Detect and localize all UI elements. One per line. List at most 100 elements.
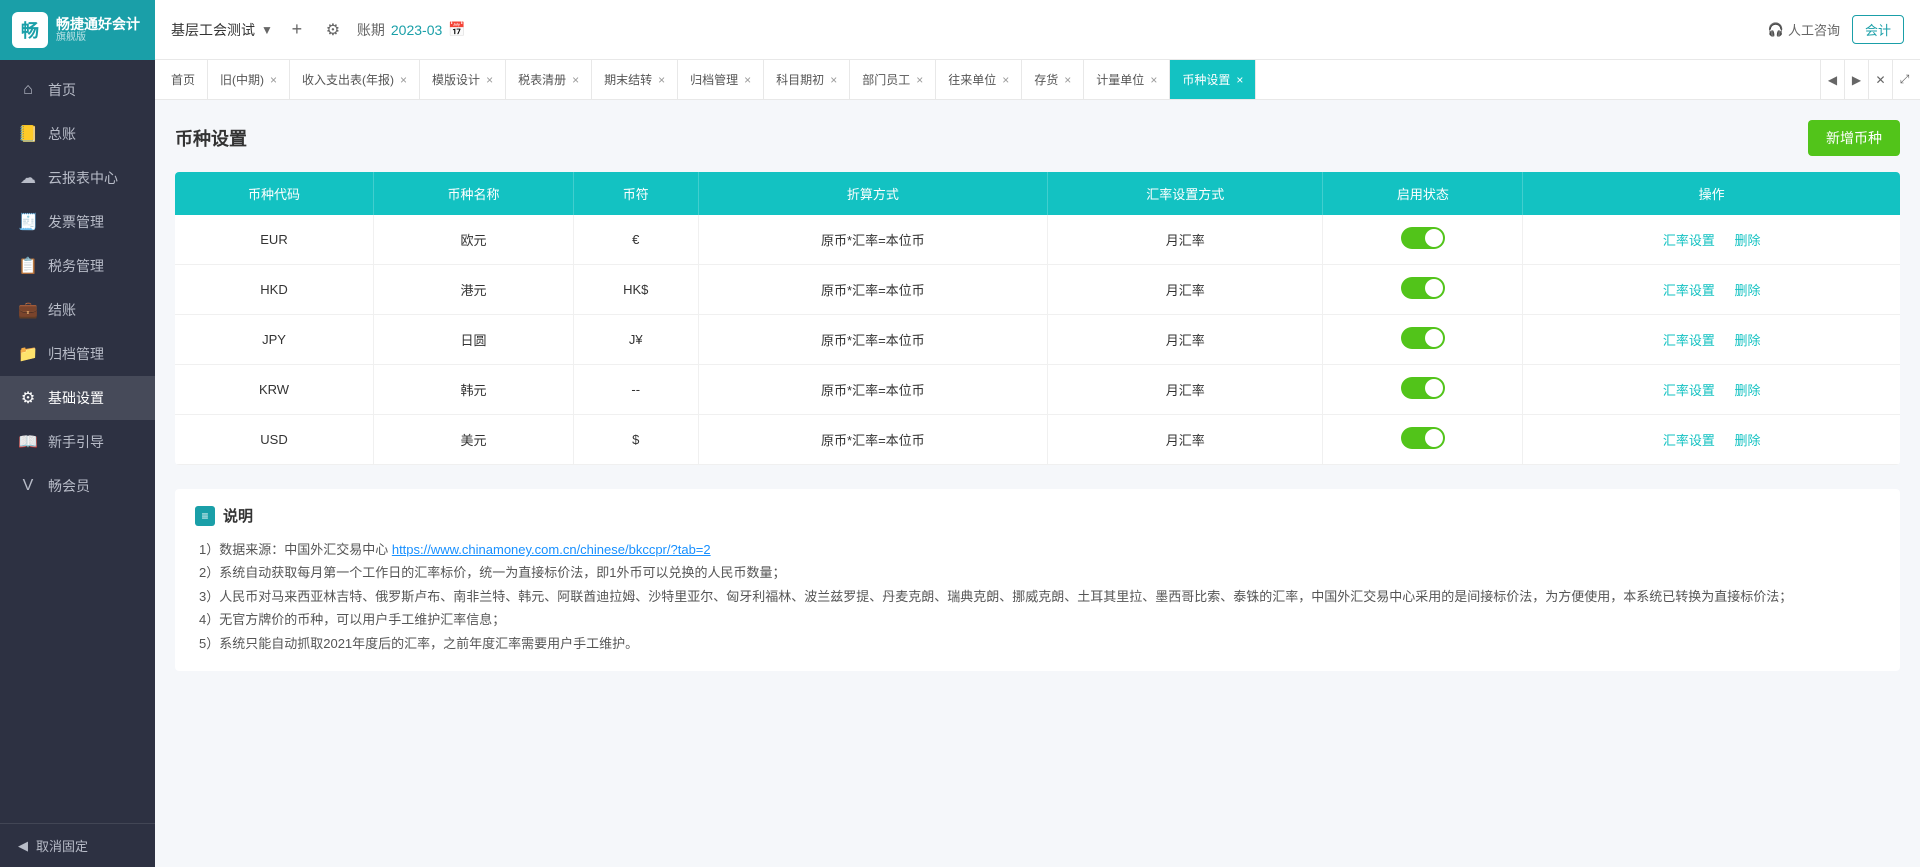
sidebar-item-tax[interactable]: 📋 税务管理 xyxy=(0,244,155,288)
delete-link-EUR[interactable]: 删除 xyxy=(1735,233,1761,248)
toggle-EUR[interactable] xyxy=(1401,227,1445,249)
calendar-icon[interactable]: 📅 xyxy=(448,21,465,38)
sidebar-item-archive[interactable]: 📁 归档管理 xyxy=(0,332,155,376)
cell-enabled[interactable] xyxy=(1323,365,1523,415)
tab-label-period_end: 期末结转 xyxy=(604,71,652,88)
tab-period_end[interactable]: 期末结转 × xyxy=(592,60,678,100)
tab-label-template: 模版设计 xyxy=(432,71,480,88)
tab-unit[interactable]: 计量单位× xyxy=(1084,60,1170,100)
cell-name: 韩元 xyxy=(374,365,574,415)
note-list: 1）数据来源：中国外汇交易中心 https://www.chinamoney.c… xyxy=(195,538,1880,655)
tab-close-inventory[interactable]: × xyxy=(1064,73,1071,87)
add-currency-button[interactable]: 新增币种 xyxy=(1808,120,1900,156)
settings-gear-button[interactable]: ⚙ xyxy=(321,18,345,42)
tab-template[interactable]: 模版设计 × xyxy=(420,60,506,100)
tab-home[interactable]: 首页 xyxy=(159,60,208,100)
tab-label-income: 收入支出表(年报) xyxy=(302,71,394,88)
col-header-操作: 操作 xyxy=(1523,172,1900,215)
logo-icon: 畅 xyxy=(12,12,48,48)
tab-subject[interactable]: 科目期初× xyxy=(764,60,850,100)
sidebar-item-member[interactable]: V 畅会员 xyxy=(0,464,155,508)
delete-link-JPY[interactable]: 删除 xyxy=(1735,333,1761,348)
tab-close-template[interactable]: × xyxy=(486,73,493,87)
sidebar-label-reports: 云报表中心 xyxy=(48,168,118,188)
tab-inventory[interactable]: 存货× xyxy=(1022,60,1084,100)
sidebar-item-invoice[interactable]: 🧾 发票管理 xyxy=(0,200,155,244)
sidebar-item-closing[interactable]: 💼 结账 xyxy=(0,288,155,332)
tab-next-button[interactable]: ▶ xyxy=(1844,60,1868,100)
period-info: 账期 2023-03 📅 xyxy=(357,20,466,40)
sidebar-item-settings[interactable]: ⚙ 基础设置 xyxy=(0,376,155,420)
headset-icon: 🎧 xyxy=(1768,22,1784,38)
tab-expand-button[interactable]: ⤢ xyxy=(1892,60,1916,100)
company-selector[interactable]: 基层工会测试 ▼ xyxy=(171,20,273,40)
col-header-币种代码: 币种代码 xyxy=(175,172,374,215)
toggle-KRW[interactable] xyxy=(1401,377,1445,399)
tab-tax[interactable]: 税表清册× xyxy=(506,60,592,100)
tab-currency[interactable]: 币种设置× xyxy=(1170,60,1256,100)
rate-setting-link-EUR[interactable]: 汇率设置 xyxy=(1663,233,1715,248)
tab-partner[interactable]: 往来单位× xyxy=(936,60,1022,100)
sidebar-item-reports[interactable]: ☁ 云报表中心 xyxy=(0,156,155,200)
page-title: 币种设置 xyxy=(175,125,247,151)
delete-link-HKD[interactable]: 删除 xyxy=(1735,283,1761,298)
tab-close-unit[interactable]: × xyxy=(1150,73,1157,87)
sidebar-item-home[interactable]: ⌂ 首页 xyxy=(0,68,155,112)
home-icon: ⌂ xyxy=(18,81,38,99)
tab-archive[interactable]: 归档管理× xyxy=(678,60,764,100)
col-header-启用状态: 启用状态 xyxy=(1323,172,1523,215)
tab-close-currency[interactable]: × xyxy=(1236,73,1243,87)
cell-name: 美元 xyxy=(374,415,574,465)
tab-close-dept[interactable]: × xyxy=(916,73,923,87)
tab-prev-button[interactable]: ◀ xyxy=(1820,60,1844,100)
cell-enabled[interactable] xyxy=(1323,215,1523,265)
sidebar-item-ledger[interactable]: 📒 总账 xyxy=(0,112,155,156)
tab-close-partner[interactable]: × xyxy=(1002,73,1009,87)
rate-setting-link-USD[interactable]: 汇率设置 xyxy=(1663,433,1715,448)
rate-setting-link-HKD[interactable]: 汇率设置 xyxy=(1663,283,1715,298)
tab-close-subject[interactable]: × xyxy=(830,73,837,87)
note-link[interactable]: https://www.chinamoney.com.cn/chinese/bk… xyxy=(392,542,711,557)
sidebar-label-home: 首页 xyxy=(48,80,76,100)
rate-setting-link-KRW[interactable]: 汇率设置 xyxy=(1663,383,1715,398)
cell-actions: 汇率设置 删除 xyxy=(1523,215,1900,265)
table-row: HKD 港元 HK$ 原币*汇率=本位币 月汇率 汇率设置 删除 xyxy=(175,265,1900,315)
col-header-币种名称: 币种名称 xyxy=(374,172,574,215)
cell-enabled[interactable] xyxy=(1323,265,1523,315)
cell-actions: 汇率设置 删除 xyxy=(1523,315,1900,365)
tab-close-tax[interactable]: × xyxy=(572,73,579,87)
tab-close-archive[interactable]: × xyxy=(744,73,751,87)
toggle-HKD[interactable] xyxy=(1401,277,1445,299)
tab-close-balance[interactable]: × xyxy=(270,73,277,87)
toggle-USD[interactable] xyxy=(1401,427,1445,449)
tab-close-period_end[interactable]: × xyxy=(658,73,665,87)
user-role-badge[interactable]: 会计 xyxy=(1852,15,1904,44)
delete-link-USD[interactable]: 删除 xyxy=(1735,433,1761,448)
help-button[interactable]: 🎧 人工咨询 xyxy=(1768,20,1840,39)
tab-label-home: 首页 xyxy=(171,71,195,88)
toggle-JPY[interactable] xyxy=(1401,327,1445,349)
tab-dept[interactable]: 部门员工× xyxy=(850,60,936,100)
sidebar-label-invoice: 发票管理 xyxy=(48,212,104,232)
invoice-icon: 🧾 xyxy=(18,212,38,232)
cell-symbol: -- xyxy=(573,365,698,415)
cell-symbol: HK$ xyxy=(573,265,698,315)
sidebar-item-guide[interactable]: 📖 新手引导 xyxy=(0,420,155,464)
tax-icon: 📋 xyxy=(18,256,38,276)
delete-link-KRW[interactable]: 删除 xyxy=(1735,383,1761,398)
note-item-4: 4）无官方牌价的币种，可以用户手工维护汇率信息； xyxy=(195,608,1880,631)
cell-enabled[interactable] xyxy=(1323,315,1523,365)
tab-close-all-button[interactable]: ✕ xyxy=(1868,60,1892,100)
help-label: 人工咨询 xyxy=(1788,20,1840,39)
cell-enabled[interactable] xyxy=(1323,415,1523,465)
tab-balance[interactable]: 旧(中期)× xyxy=(208,60,290,100)
tab-close-income[interactable]: × xyxy=(400,73,407,87)
tab-income[interactable]: 收入支出表(年报) × xyxy=(290,60,420,100)
rate-setting-link-JPY[interactable]: 汇率设置 xyxy=(1663,333,1715,348)
add-company-button[interactable]: + xyxy=(285,18,309,42)
cell-code: HKD xyxy=(175,265,374,315)
cell-actions: 汇率设置 删除 xyxy=(1523,365,1900,415)
sidebar-pin-toggle[interactable]: ◀ 取消固定 xyxy=(0,823,155,867)
note-title-text: 说明 xyxy=(223,505,253,526)
table-body: EUR 欧元 € 原币*汇率=本位币 月汇率 汇率设置 删除 HKD 港元 HK… xyxy=(175,215,1900,465)
